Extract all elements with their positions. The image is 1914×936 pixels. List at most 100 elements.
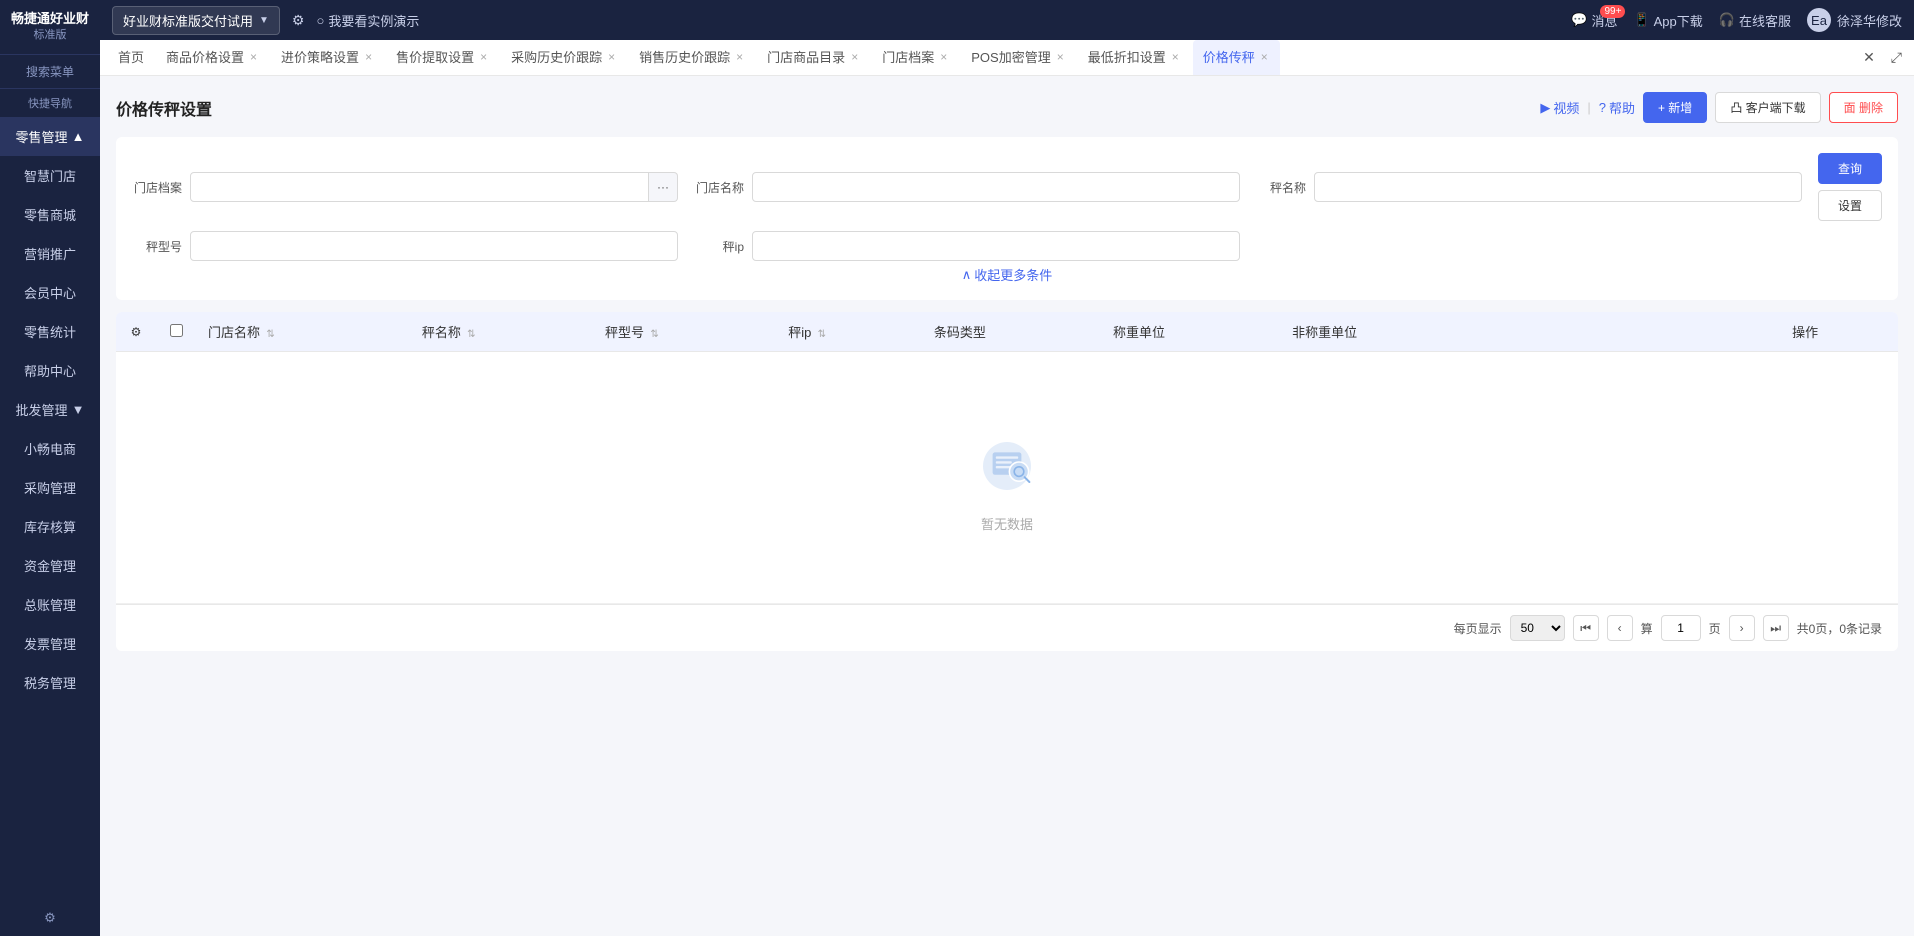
tab-price-settings[interactable]: 商品价格设置 × (156, 40, 269, 76)
sidebar-item-general-ledger[interactable]: 总账管理 (0, 585, 100, 624)
collapse-btn[interactable]: ∧ 收起更多条件 (962, 265, 1053, 284)
user-menu-btn[interactable]: Ea 徐泽华修改 (1807, 8, 1902, 32)
scale-name-input[interactable] (1314, 172, 1802, 202)
tab-min-discount-close[interactable]: × (1170, 50, 1181, 64)
sidebar-settings-btn[interactable]: ⚙ (0, 900, 100, 936)
tab-min-discount[interactable]: 最低折扣设置 × (1078, 40, 1191, 76)
tab-store-catalog-close[interactable]: × (849, 50, 860, 64)
sidebar-item-smart-store[interactable]: 智慧门店 (0, 156, 100, 195)
sidebar-item-help-center[interactable]: 帮助中心 (0, 351, 100, 390)
sidebar-item-fund-mgmt[interactable]: 资金管理 (0, 546, 100, 585)
config-icon[interactable]: ⚙ (292, 12, 305, 29)
sidebar-item-xiaochange-ecom[interactable]: 小畅电商 (0, 429, 100, 468)
sidebar-item-retail-mall[interactable]: 零售商城 (0, 195, 100, 234)
sidebar-item-help-center-label: 帮助中心 (24, 361, 76, 380)
version-selector[interactable]: 好业财标准版交付试用 ▼ (112, 6, 280, 35)
sidebar-item-wholesale-mgmt[interactable]: 批发管理 ▼ (0, 390, 100, 429)
tab-pos-management-label: POS加密管理 (971, 47, 1050, 66)
page-actions: ▶ 视频 | ? 帮助 + 新增 凸 客户端下载 面 删除 (1540, 92, 1898, 123)
scale-ip-label: 秤ip (694, 238, 744, 255)
tab-advance-strategy-close[interactable]: × (363, 50, 374, 64)
tab-sale-history[interactable]: 销售历史价跟踪 × (629, 40, 755, 76)
demo-icon: ○ (316, 13, 324, 28)
sidebar-item-purchase-mgmt[interactable]: 采购管理 (0, 468, 100, 507)
tab-bar: 首页 商品价格设置 × 进价策略设置 × 售价提取设置 × 采购历史价跟踪 × … (100, 40, 1914, 76)
collapse-btn-text: 收起更多条件 (974, 265, 1052, 284)
tab-store-catalog[interactable]: 门店商品目录 × (757, 40, 870, 76)
tab-home[interactable]: 首页 (108, 40, 154, 76)
table-settings-col[interactable]: ⚙ (116, 312, 156, 352)
sidebar-item-tax-mgmt[interactable]: 税务管理 (0, 663, 100, 702)
tab-pos-management[interactable]: POS加密管理 × (961, 40, 1075, 76)
chevron-up-icon: ▲ (72, 129, 85, 144)
delete-btn[interactable]: 面 删除 (1829, 92, 1898, 123)
per-page-select[interactable]: 50 100 200 (1510, 615, 1565, 641)
scale-ip-input[interactable] (752, 231, 1240, 261)
sidebar-item-retail-stats[interactable]: 零售统计 (0, 312, 100, 351)
sidebar-item-xiaochange-ecom-label: 小畅电商 (24, 439, 76, 458)
store-archive-input[interactable] (190, 172, 649, 202)
chevron-down-icon: ▼ (72, 402, 85, 417)
sidebar-item-marketing-label: 营销推广 (24, 244, 76, 263)
sort-scale-model-icon[interactable]: ⇅ (650, 329, 658, 340)
store-archive-select-btn[interactable]: ··· (649, 172, 678, 202)
page-input[interactable] (1661, 615, 1701, 641)
store-name-input[interactable] (752, 172, 1240, 202)
tab-price-settings-close[interactable]: × (248, 50, 259, 64)
messages-btn[interactable]: 💬 消息 99+ (1571, 11, 1617, 30)
tab-price-transmit[interactable]: 价格传秤 × (1193, 40, 1280, 76)
sort-scale-name-icon[interactable]: ⇅ (467, 329, 475, 340)
sort-scale-ip-icon[interactable]: ⇅ (818, 329, 826, 340)
sidebar-item-marketing[interactable]: 营销推广 (0, 234, 100, 273)
app-download-btn[interactable]: 📱 App下载 (1633, 11, 1702, 30)
sort-store-name-icon[interactable]: ⇅ (266, 329, 274, 340)
last-page-btn[interactable]: ⏭ (1763, 615, 1789, 641)
prev-page-btn[interactable]: ‹ (1607, 615, 1633, 641)
sidebar-item-invoice-mgmt-label: 发票管理 (24, 634, 76, 653)
store-archive-label: 门店档案 (132, 179, 182, 196)
first-page-btn[interactable]: ⏮ (1573, 615, 1599, 641)
table-col-store-name-label: 门店名称 (208, 325, 260, 340)
settings-btn[interactable]: 设置 (1818, 190, 1882, 221)
scale-name-field: 秤名称 (1256, 172, 1802, 202)
table-col-scale-ip-label: 秤ip (788, 325, 811, 340)
empty-row: 暂无数据 (116, 352, 1898, 604)
search-form: 门店档案 ··· 门店名称 秤名称 查询 设置 (116, 137, 1898, 300)
sidebar-item-inventory[interactable]: 库存核算 (0, 507, 100, 546)
sidebar-item-retail-mgmt[interactable]: 零售管理 ▲ (0, 117, 100, 156)
messages-badge: 99+ (1600, 5, 1625, 18)
next-page-btn[interactable]: › (1729, 615, 1755, 641)
sidebar-search[interactable]: 搜索菜单 (0, 55, 100, 89)
online-service-btn[interactable]: 🎧 在线客服 (1719, 11, 1791, 30)
tab-sale-history-close[interactable]: × (734, 50, 745, 64)
scale-model-input[interactable] (190, 231, 678, 261)
video-link-text: 视频 (1553, 98, 1579, 117)
add-btn[interactable]: + 新增 (1643, 92, 1707, 123)
tab-sale-extract[interactable]: 售价提取设置 × (386, 40, 499, 76)
sidebar-item-invoice-mgmt[interactable]: 发票管理 (0, 624, 100, 663)
select-all-checkbox[interactable] (170, 324, 183, 337)
tab-pos-management-close[interactable]: × (1055, 50, 1066, 64)
query-btn[interactable]: 查询 (1818, 153, 1882, 184)
maximize-tab-btn[interactable]: ⤢ (1887, 45, 1906, 70)
download-btn[interactable]: 凸 客户端下载 (1715, 92, 1820, 123)
sidebar-item-member-center[interactable]: 会员中心 (0, 273, 100, 312)
sidebar-item-tax-mgmt-label: 税务管理 (24, 673, 76, 692)
table-col-barcode-type-label: 条码类型 (934, 325, 986, 340)
store-name-field: 门店名称 (694, 172, 1240, 202)
demo-link[interactable]: ○ 我要看实例演示 (316, 11, 419, 30)
tab-purchase-history-close[interactable]: × (606, 50, 617, 64)
tab-purchase-history[interactable]: 采购历史价跟踪 × (501, 40, 627, 76)
tab-store-archive-close[interactable]: × (938, 50, 949, 64)
scale-model-label: 秤型号 (132, 238, 182, 255)
tab-price-transmit-close[interactable]: × (1259, 50, 1270, 64)
tab-store-archive[interactable]: 门店档案 × (872, 40, 959, 76)
tab-advance-strategy[interactable]: 进价策略设置 × (271, 40, 384, 76)
empty-state: 暂无数据 (128, 362, 1886, 593)
table-col-scale-model: 秤型号 ⇅ (593, 312, 776, 352)
sidebar-nav-label: 快捷导航 (0, 89, 100, 117)
help-link[interactable]: ? 帮助 (1599, 98, 1635, 117)
tab-sale-extract-close[interactable]: × (478, 50, 489, 64)
close-tab-btn[interactable]: ✕ (1859, 45, 1879, 70)
video-link[interactable]: ▶ 视频 (1540, 98, 1579, 117)
